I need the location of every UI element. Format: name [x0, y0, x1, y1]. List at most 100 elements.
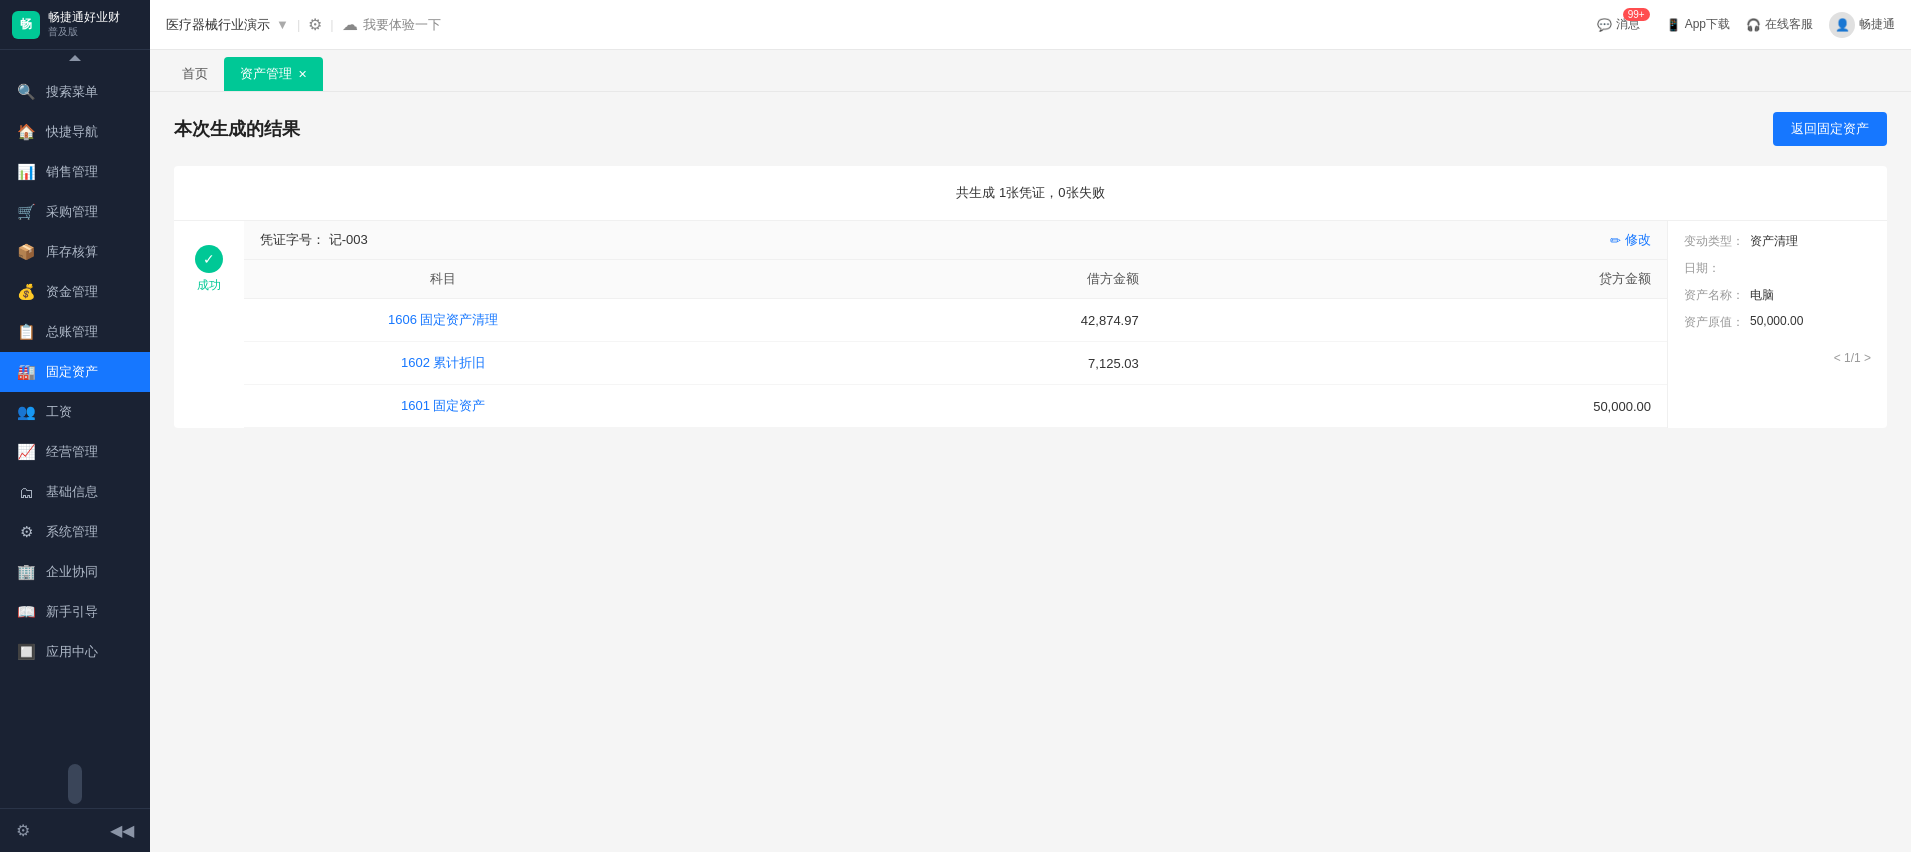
subject-cell: 1602 累计折旧	[244, 342, 642, 385]
company-selector[interactable]: 医疗器械行业演示 ▼	[166, 16, 289, 34]
sidebar-item-label: 搜索菜单	[46, 83, 98, 101]
funds-icon: 💰	[16, 282, 36, 302]
voucher-number-label: 凭证字号：	[260, 232, 325, 247]
sidebar-item-quick-nav[interactable]: 🏠 快捷导航	[0, 112, 150, 152]
edit-button[interactable]: ✏ 修改	[1610, 231, 1651, 249]
credit-cell	[1155, 299, 1667, 342]
sidebar-item-purchase[interactable]: 🛒 采购管理	[0, 192, 150, 232]
sidebar-item-funds[interactable]: 💰 资金管理	[0, 272, 150, 312]
sidebar-item-enterprise[interactable]: 🏢 企业协同	[0, 552, 150, 592]
sales-icon: 📊	[16, 162, 36, 182]
logo-icon: 畅	[12, 11, 40, 39]
tab-home[interactable]: 首页	[166, 57, 224, 91]
voucher-number: 凭证字号： 记-003	[260, 231, 368, 249]
search-icon: 🔍	[16, 82, 36, 102]
enterprise-icon: 🏢	[16, 562, 36, 582]
edit-label: 修改	[1625, 231, 1651, 249]
sidebar-item-search[interactable]: 🔍 搜索菜单	[0, 72, 150, 112]
success-icon-cell: ✓ 成功	[174, 221, 244, 428]
sidebar-item-operations[interactable]: 📈 经营管理	[0, 432, 150, 472]
voucher-main: 凭证字号： 记-003 ✏ 修改 科目 借方金额	[244, 221, 1667, 428]
topbar-left: 医疗器械行业演示 ▼ | ⚙ | ☁ 我要体验一下	[166, 15, 441, 34]
change-type-value: 资产清理	[1750, 233, 1798, 250]
sidebar-item-label: 企业协同	[46, 563, 98, 581]
basics-icon: 🗂	[16, 482, 36, 502]
tab-assets-label: 资产管理	[240, 65, 292, 83]
credit-cell: 50,000.00	[1155, 385, 1667, 428]
asset-name-value: 电脑	[1750, 287, 1774, 304]
avatar: 👤	[1829, 12, 1855, 38]
scroll-up-button[interactable]	[0, 50, 150, 66]
asset-original-label: 资产原值：	[1684, 314, 1744, 331]
online-service-button[interactable]: 🎧 在线客服	[1746, 16, 1813, 33]
sidebar-item-basics[interactable]: 🗂 基础信息	[0, 472, 150, 512]
page-title: 本次生成的结果	[174, 117, 300, 141]
subject-cell: 1601 固定资产	[244, 385, 642, 428]
company-name: 医疗器械行业演示	[166, 16, 270, 34]
asset-original-value: 50,000.00	[1750, 314, 1803, 331]
download-icon: 📱	[1666, 18, 1681, 32]
success-label: 成功	[197, 277, 221, 294]
sidebar-item-sales[interactable]: 📊 销售管理	[0, 152, 150, 192]
main-content: 医疗器械行业演示 ▼ | ⚙ | ☁ 我要体验一下 💬 消息 99+ 📱 App…	[150, 0, 1911, 852]
message-button[interactable]: 💬 消息 99+	[1597, 16, 1640, 33]
sidebar: 畅 畅捷通好业财 普及版 🔍 搜索菜单 🏠 快捷导航 📊 销售管理 🛒 采购管理…	[0, 0, 150, 852]
return-button[interactable]: 返回固定资产	[1773, 112, 1887, 146]
sidebar-item-label: 系统管理	[46, 523, 98, 541]
sidebar-item-apps[interactable]: 🔲 应用中心	[0, 632, 150, 672]
message-icon: 💬	[1597, 18, 1612, 32]
sidebar-item-label: 新手引导	[46, 603, 98, 621]
asset-name-label: 资产名称：	[1684, 287, 1744, 304]
tab-close-icon[interactable]: ✕	[298, 68, 307, 81]
sidebar-item-system[interactable]: ⚙ 系统管理	[0, 512, 150, 552]
cloud-icon: ☁	[342, 15, 358, 34]
table-row: 1602 累计折旧 7,125.03	[244, 342, 1667, 385]
voucher-header: 凭证字号： 记-003 ✏ 修改	[244, 221, 1667, 260]
user-avatar-area[interactable]: 👤 畅捷通	[1829, 12, 1895, 38]
sidebar-item-ledger[interactable]: 📋 总账管理	[0, 312, 150, 352]
subject-cell: 1606 固定资产清理	[244, 299, 642, 342]
side-pagination[interactable]: < 1/1 >	[1684, 351, 1871, 365]
col-header-debit: 借方金额	[642, 260, 1154, 299]
sidebar-item-label: 库存核算	[46, 243, 98, 261]
date-label: 日期：	[1684, 260, 1720, 277]
success-circle: ✓	[195, 245, 223, 273]
side-change-type: 变动类型： 资产清理	[1684, 233, 1871, 250]
page-content: 本次生成的结果 返回固定资产 共生成 1张凭证，0张失败 ✓ 成功	[150, 92, 1911, 852]
change-type-label: 变动类型：	[1684, 233, 1744, 250]
app-download-button[interactable]: 📱 App下载	[1666, 16, 1730, 33]
settings-footer-icon[interactable]: ⚙	[16, 821, 30, 840]
sidebar-item-guide[interactable]: 📖 新手引导	[0, 592, 150, 632]
side-asset-original: 资产原值： 50,000.00	[1684, 314, 1871, 331]
collapse-icon[interactable]: ◀◀	[110, 821, 134, 840]
chevron-down-icon: ▼	[276, 17, 289, 32]
sidebar-item-label: 资金管理	[46, 283, 98, 301]
table-row: 1606 固定资产清理 42,874.97	[244, 299, 1667, 342]
payroll-icon: 👥	[16, 402, 36, 422]
sidebar-footer: ⚙ ◀◀	[0, 808, 150, 852]
sidebar-item-payroll[interactable]: 👥 工资	[0, 392, 150, 432]
tab-assets[interactable]: 资产管理 ✕	[224, 57, 323, 91]
sidebar-item-label: 固定资产	[46, 363, 98, 381]
operations-icon: 📈	[16, 442, 36, 462]
topbar-right: 💬 消息 99+ 📱 App下载 🎧 在线客服 👤 畅捷通	[1597, 12, 1895, 38]
sidebar-logo: 畅 畅捷通好业财 普及版	[0, 0, 150, 50]
separator2: |	[330, 17, 333, 32]
settings-icon[interactable]: ⚙	[308, 15, 322, 34]
table-row: 1601 固定资产 50,000.00	[244, 385, 1667, 428]
credit-cell	[1155, 342, 1667, 385]
guide-icon: 📖	[16, 602, 36, 622]
page-header: 本次生成的结果 返回固定资产	[174, 112, 1887, 146]
voucher-table: 科目 借方金额 贷方金额 1606 固定资产清理 42,874.97	[244, 260, 1667, 428]
sidebar-item-inventory[interactable]: 📦 库存核算	[0, 232, 150, 272]
experience-button[interactable]: ☁ 我要体验一下	[342, 15, 441, 34]
voucher-container: ✓ 成功 凭证字号： 记-003 ✏ 修改	[174, 221, 1887, 428]
side-asset-name: 资产名称： 电脑	[1684, 287, 1871, 304]
separator: |	[297, 17, 300, 32]
sidebar-item-fixed-assets[interactable]: 🏭 固定资产	[0, 352, 150, 392]
sidebar-item-label: 采购管理	[46, 203, 98, 221]
online-service-label: 在线客服	[1765, 16, 1813, 33]
edit-icon: ✏	[1610, 233, 1621, 248]
sidebar-item-label: 应用中心	[46, 643, 98, 661]
col-header-subject: 科目	[244, 260, 642, 299]
